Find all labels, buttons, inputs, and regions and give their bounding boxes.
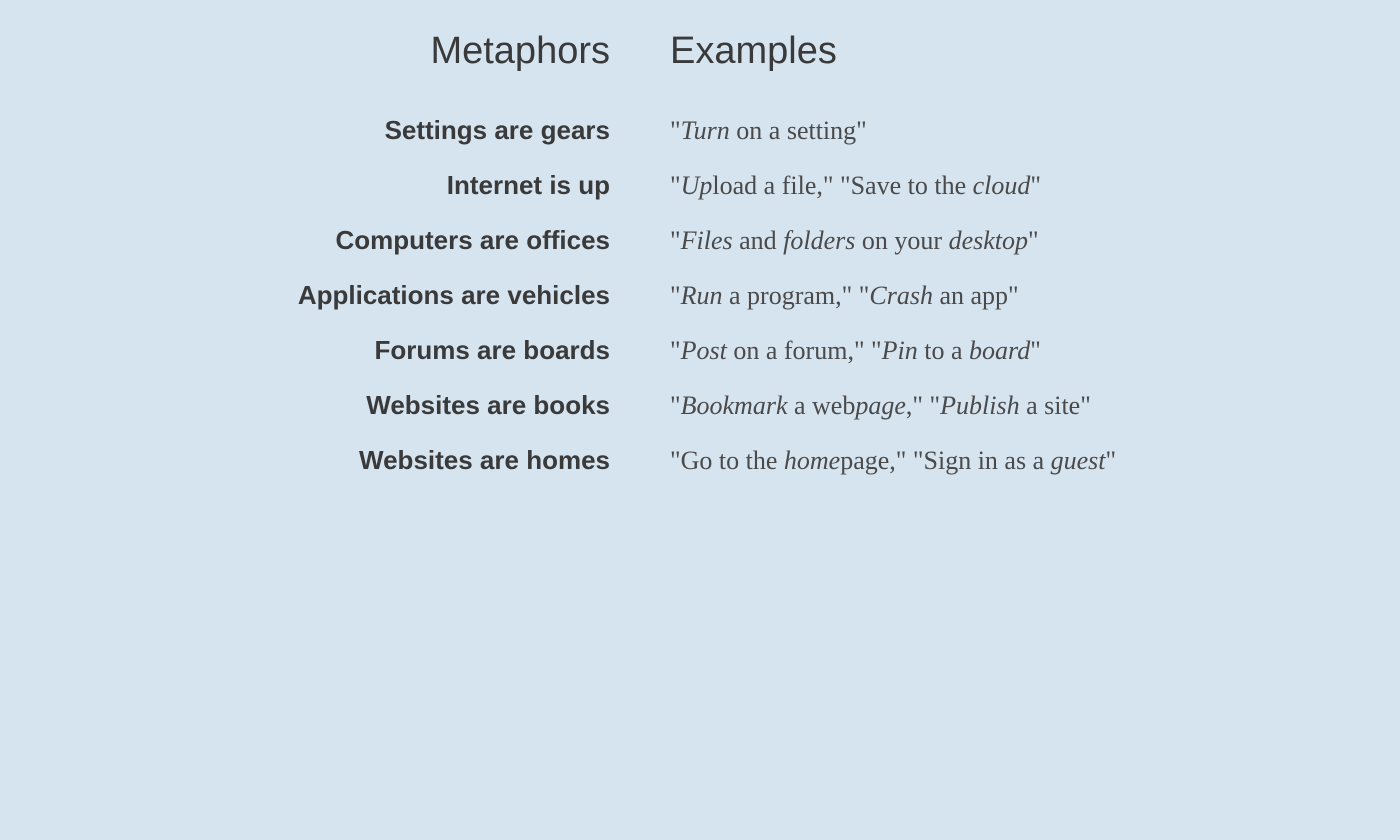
example-cell: "Turn on a setting" bbox=[650, 116, 1130, 146]
main-container: Metaphors Examples Settings are gears "Tu… bbox=[0, 0, 1400, 840]
metaphor-label: Forums are boards bbox=[374, 335, 610, 365]
example-cell: "Go to the homepage," "Sign in as a gues… bbox=[650, 446, 1130, 476]
example-text: "Post on a forum," "Pin to a board" bbox=[670, 336, 1041, 365]
header-row: Metaphors Examples bbox=[270, 30, 1130, 73]
example-text: "Turn on a setting" bbox=[670, 116, 867, 145]
table-row: Settings are gears "Turn on a setting" bbox=[270, 103, 1130, 158]
metaphor-cell: Settings are gears bbox=[270, 115, 650, 146]
rows-container: Settings are gears "Turn on a setting" Int… bbox=[270, 103, 1130, 488]
metaphor-label: Applications are vehicles bbox=[298, 280, 610, 310]
metaphor-cell: Forums are boards bbox=[270, 335, 650, 366]
example-cell: "Upload a file," "Save to the cloud" bbox=[650, 171, 1130, 201]
metaphor-cell: Websites are books bbox=[270, 390, 650, 421]
metaphor-label: Computers are offices bbox=[335, 225, 610, 255]
example-cell: "Files and folders on your desktop" bbox=[650, 226, 1130, 256]
table-row: Websites are books "Bookmark a webpage," … bbox=[270, 378, 1130, 433]
example-cell: "Bookmark a webpage," "Publish a site" bbox=[650, 391, 1130, 421]
metaphor-cell: Applications are vehicles bbox=[270, 280, 650, 311]
metaphor-label: Internet is up bbox=[447, 170, 610, 200]
examples-header-cell: Examples bbox=[650, 30, 1130, 73]
table-row: Applications are vehicles "Run a program,… bbox=[270, 268, 1130, 323]
metaphors-header-cell: Metaphors bbox=[270, 30, 650, 73]
table-row: Websites are homes "Go to the homepage," … bbox=[270, 433, 1130, 488]
table-row: Forums are boards "Post on a forum," "Pin… bbox=[270, 323, 1130, 378]
example-text: "Run a program," "Crash an app" bbox=[670, 281, 1019, 310]
metaphor-label: Websites are homes bbox=[359, 445, 610, 475]
metaphor-label: Websites are books bbox=[366, 390, 610, 420]
metaphor-cell: Internet is up bbox=[270, 170, 650, 201]
metaphors-heading: Metaphors bbox=[430, 30, 610, 72]
table-row: Internet is up "Upload a file," "Save to … bbox=[270, 158, 1130, 213]
example-cell: "Post on a forum," "Pin to a board" bbox=[650, 336, 1130, 366]
metaphor-cell: Computers are offices bbox=[270, 225, 650, 256]
table-row: Computers are offices "Files and folders … bbox=[270, 213, 1130, 268]
metaphor-label: Settings are gears bbox=[385, 115, 610, 145]
example-text: "Files and folders on your desktop" bbox=[670, 226, 1039, 255]
example-text: "Go to the homepage," "Sign in as a gues… bbox=[670, 446, 1116, 475]
metaphor-cell: Websites are homes bbox=[270, 445, 650, 476]
example-text: "Bookmark a webpage," "Publish a site" bbox=[670, 391, 1091, 420]
example-text: "Upload a file," "Save to the cloud" bbox=[670, 171, 1041, 200]
examples-heading: Examples bbox=[670, 30, 837, 72]
example-cell: "Run a program," "Crash an app" bbox=[650, 281, 1130, 311]
